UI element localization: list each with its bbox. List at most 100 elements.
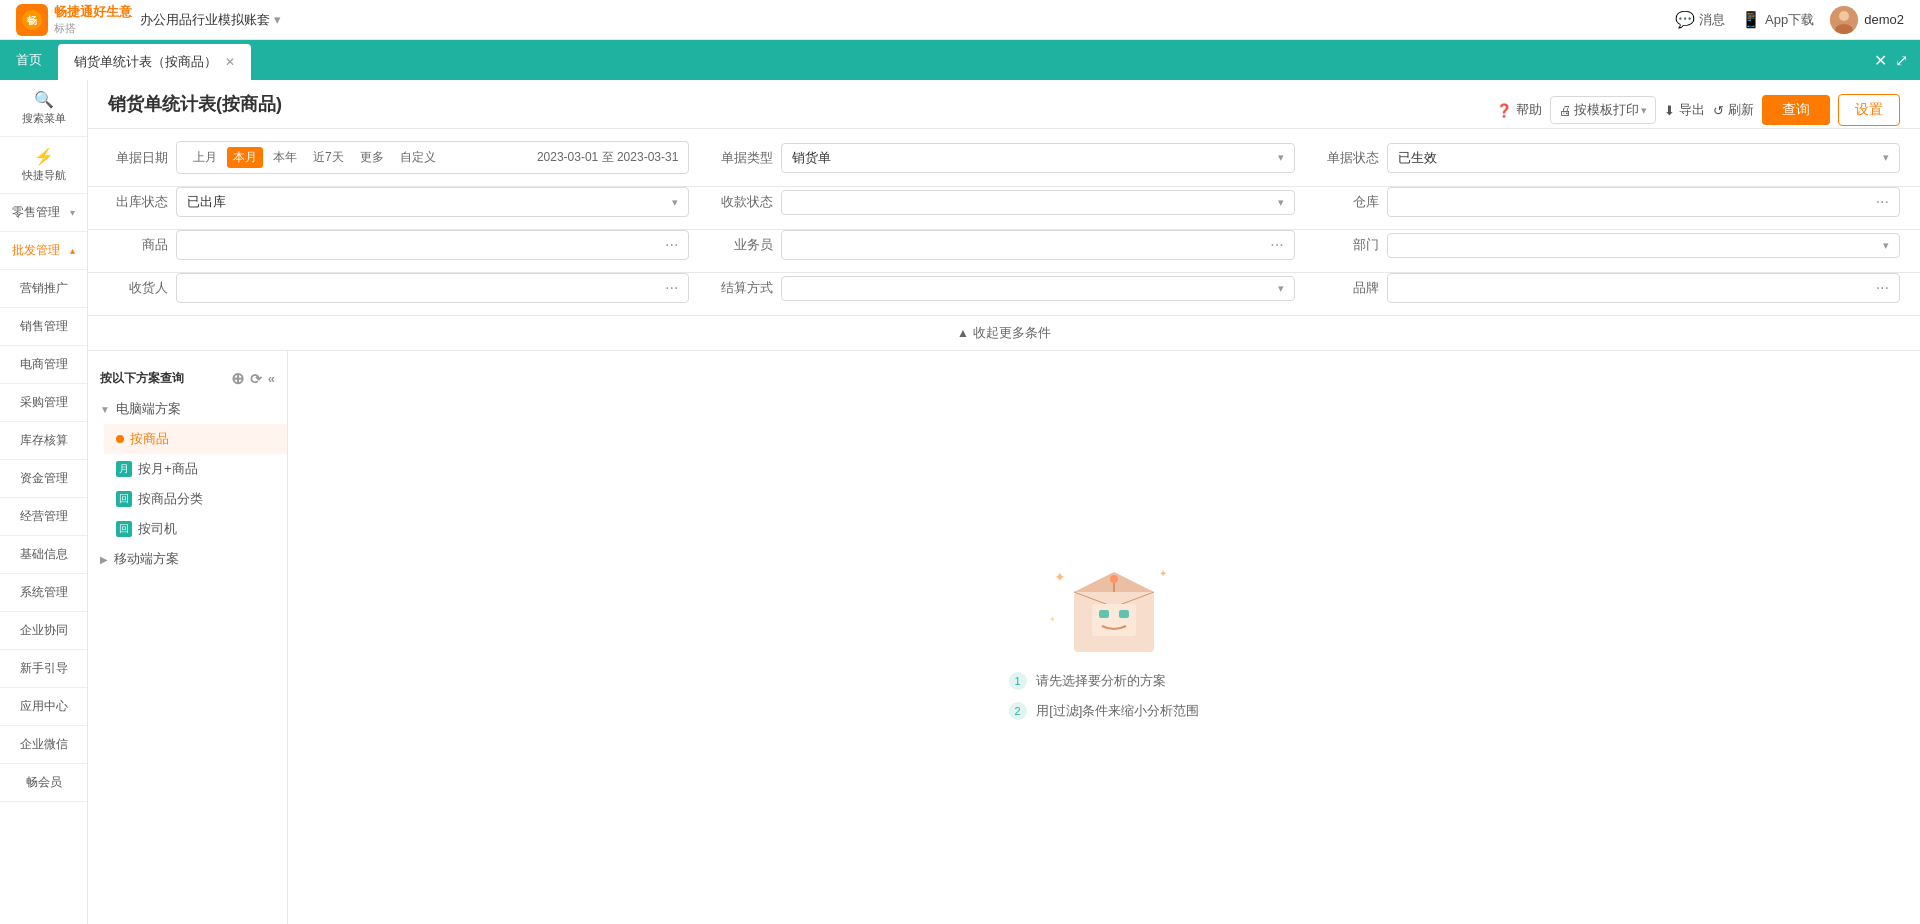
quicknav-icon: ⚡ — [4, 147, 83, 166]
doctype-chevron-icon: ▾ — [1278, 151, 1284, 164]
sidebar-item-marketing[interactable]: 营销推广 — [0, 270, 87, 308]
sidebar-item-system[interactable]: 系统管理 — [0, 574, 87, 612]
close-window-icon[interactable]: ✕ — [1874, 51, 1887, 70]
user-area[interactable]: demo2 — [1830, 6, 1904, 34]
app-download-button[interactable]: 📱 App下载 — [1741, 10, 1814, 29]
sidebar-item-member[interactable]: 畅会员 — [0, 764, 87, 802]
svg-rect-11 — [1119, 610, 1129, 618]
tree-item-by-driver[interactable]: 回 按司机 — [104, 514, 287, 544]
tree-item-by-goods[interactable]: 按商品 — [104, 424, 287, 454]
print-chevron-icon: ▾ — [1641, 104, 1647, 117]
empty-hint-list: 1 请先选择要分析的方案 2 用[过滤]条件来缩小分析范围 — [1009, 668, 1200, 724]
settle-chevron-icon: ▾ — [1278, 282, 1284, 295]
filter-row-1: 单据日期 上月 本月 本年 近7天 更多 自定义 2023-03-01 至 20… — [88, 129, 1920, 187]
sidebar-item-wholesale[interactable]: 批发管理 ▴ — [0, 232, 87, 270]
collapse-button[interactable]: ▲ 收起更多条件 — [957, 324, 1051, 342]
sidebar-item-wechat[interactable]: 企业微信 — [0, 726, 87, 764]
brand-dots-icon[interactable]: ··· — [1876, 279, 1889, 297]
message-icon: 💬 — [1675, 10, 1695, 29]
empty-hint-2: 2 用[过滤]条件来缩小分析范围 — [1009, 698, 1200, 724]
logo-text: 畅捷通好生意 标搭 — [54, 4, 132, 35]
add-scheme-icon[interactable]: ⊕ — [231, 369, 244, 388]
date-input[interactable]: 上月 本月 本年 近7天 更多 自定义 2023-03-01 至 2023-03… — [176, 141, 689, 174]
app-name-dropdown[interactable]: 办公用品行业模拟账套 ▾ — [140, 11, 281, 29]
collectstatus-chevron-icon: ▾ — [1278, 196, 1284, 209]
receiver-label: 收货人 — [108, 279, 168, 297]
doctype-select[interactable]: 销货单 ▾ — [781, 143, 1294, 173]
left-panel-actions: ⊕ ⟳ « — [231, 369, 275, 388]
tab-home[interactable]: 首页 — [0, 40, 58, 80]
outstatus-chevron-icon: ▾ — [672, 196, 678, 209]
mobile-expand-icon: ▶ — [100, 554, 108, 565]
refresh-scheme-icon[interactable]: ⟳ — [250, 371, 262, 387]
maximize-icon[interactable]: ⤢ — [1895, 51, 1908, 70]
query-button[interactable]: 查询 — [1762, 95, 1830, 125]
settle-select[interactable]: ▾ — [781, 276, 1294, 301]
sales-input[interactable]: ··· — [781, 230, 1294, 260]
month-goods-icon: 月 — [116, 461, 132, 477]
sidebar-item-basic[interactable]: 基础信息 — [0, 536, 87, 574]
tree-item-by-goods-category[interactable]: 回 按商品分类 — [104, 484, 287, 514]
tree-parent-pc[interactable]: ▼ 电脑端方案 — [88, 394, 287, 424]
tree-parent-mobile[interactable]: ▶ 移动端方案 — [88, 544, 287, 574]
download-icon: 📱 — [1741, 10, 1761, 29]
sidebar-item-enterprise[interactable]: 企业协同 — [0, 612, 87, 650]
sidebar-item-search-menu[interactable]: 🔍 搜索菜单 — [0, 80, 87, 137]
left-panel-header: 按以下方案查询 ⊕ ⟳ « — [88, 363, 287, 394]
docstatus-chevron-icon: ▾ — [1883, 151, 1889, 164]
svg-rect-10 — [1099, 610, 1109, 618]
print-button[interactable]: 🖨 按模板打印 ▾ — [1550, 96, 1656, 124]
sidebar-item-finance[interactable]: 资金管理 — [0, 460, 87, 498]
filter-date-item: 单据日期 上月 本月 本年 近7天 更多 自定义 2023-03-01 至 20… — [108, 141, 689, 174]
export-button[interactable]: ⬇ 导出 — [1664, 101, 1705, 119]
date-tab-7days[interactable]: 近7天 — [307, 147, 350, 168]
filter-outstatus-item: 出库状态 已出库 ▾ — [108, 187, 689, 217]
sidebar-item-operations[interactable]: 经营管理 — [0, 498, 87, 536]
filter-dept-item: 部门 ▾ — [1319, 230, 1900, 260]
date-tab-year[interactable]: 本年 — [267, 147, 303, 168]
date-tab-custom[interactable]: 自定义 — [394, 147, 442, 168]
svg-text:✦: ✦ — [1159, 568, 1167, 579]
brand-input[interactable]: ··· — [1387, 273, 1900, 303]
tab-close-icon[interactable]: ✕ — [225, 55, 235, 69]
goods-label: 商品 — [108, 236, 168, 254]
sales-dots-icon[interactable]: ··· — [1270, 236, 1283, 254]
date-tab-prev-month[interactable]: 上月 — [187, 147, 223, 168]
message-button[interactable]: 💬 消息 — [1675, 10, 1725, 29]
sidebar-item-ecommerce[interactable]: 电商管理 — [0, 346, 87, 384]
goods-dots-icon[interactable]: ··· — [665, 236, 678, 254]
empty-state: ✦ ✦ ✦ 1 请先选择要分析的方案 2 用[过滤]条件来缩小分析范围 — [1009, 552, 1200, 724]
date-tabs: 上月 本月 本年 近7天 更多 自定义 — [187, 147, 442, 168]
receiver-dots-icon[interactable]: ··· — [665, 279, 678, 297]
warehouse-input[interactable]: ··· — [1387, 187, 1900, 217]
receiver-input[interactable]: ··· — [176, 273, 689, 303]
help-button[interactable]: ❓ 帮助 — [1496, 101, 1542, 119]
date-tab-more[interactable]: 更多 — [354, 147, 390, 168]
date-label: 单据日期 — [108, 149, 168, 167]
sidebar-item-appcenter[interactable]: 应用中心 — [0, 688, 87, 726]
tab-sales-stats[interactable]: 销货单统计表（按商品） ✕ — [58, 44, 251, 80]
refresh-button[interactable]: ↺ 刷新 — [1713, 101, 1754, 119]
tree-item-by-month-goods[interactable]: 月 按月+商品 — [104, 454, 287, 484]
sidebar-item-inventory[interactable]: 库存核算 — [0, 422, 87, 460]
collectstatus-select[interactable]: ▾ — [781, 190, 1294, 215]
collapse-up-icon: ▲ — [957, 326, 969, 340]
sidebar-item-newguide[interactable]: 新手引导 — [0, 650, 87, 688]
docstatus-select[interactable]: 已生效 ▾ — [1387, 143, 1900, 173]
filter-collectstatus-item: 收款状态 ▾ — [713, 187, 1294, 217]
filter-docstatus-item: 单据状态 已生效 ▾ — [1319, 141, 1900, 174]
pc-expand-icon: ▼ — [100, 404, 110, 415]
sidebar-item-purchase[interactable]: 采购管理 — [0, 384, 87, 422]
sidebar-item-sales[interactable]: 销售管理 — [0, 308, 87, 346]
sidebar-item-quicknav[interactable]: ⚡ 快捷导航 — [0, 137, 87, 194]
date-tab-cur-month[interactable]: 本月 — [227, 147, 263, 168]
collapse-panel-icon[interactable]: « — [268, 371, 275, 386]
collapse-row: ▲ 收起更多条件 — [88, 316, 1920, 351]
warehouse-dots-icon[interactable]: ··· — [1876, 193, 1889, 211]
driver-icon: 回 — [116, 521, 132, 537]
outstatus-select[interactable]: 已出库 ▾ — [176, 187, 689, 217]
sidebar-item-retail[interactable]: 零售管理 ▾ — [0, 194, 87, 232]
goods-input[interactable]: ··· — [176, 230, 689, 260]
dept-select[interactable]: ▾ — [1387, 233, 1900, 258]
settings-button[interactable]: 设置 — [1838, 94, 1900, 126]
